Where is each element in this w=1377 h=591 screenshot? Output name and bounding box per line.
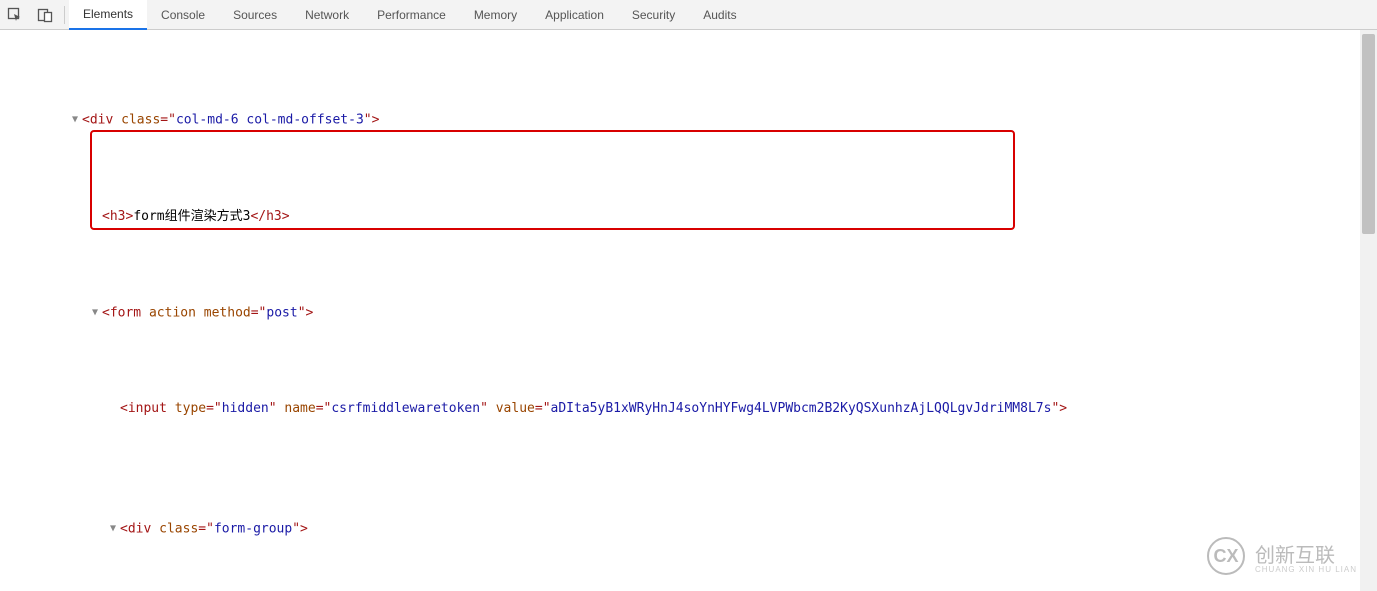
- scrollbar-thumb[interactable]: [1362, 34, 1375, 234]
- watermark: CX 创新互联 CHUANG XIN HU LIAN: [1207, 537, 1357, 575]
- dom-node-csrf-input[interactable]: <input type="hidden" name="csrfmiddlewar…: [10, 397, 1367, 421]
- elements-pane: ▼<div class="col-md-6 col-md-offset-3"> …: [0, 30, 1377, 591]
- tab-audits[interactable]: Audits: [689, 0, 750, 30]
- dom-node-div-root[interactable]: ▼<div class="col-md-6 col-md-offset-3">: [10, 108, 1367, 133]
- tab-network[interactable]: Network: [291, 0, 363, 30]
- caret-down-icon[interactable]: ▼: [70, 108, 80, 132]
- toolbar-divider: [64, 6, 65, 24]
- inspect-icon[interactable]: [0, 0, 30, 30]
- tab-sources[interactable]: Sources: [219, 0, 291, 30]
- tab-elements[interactable]: Elements: [69, 0, 147, 30]
- tab-performance[interactable]: Performance: [363, 0, 460, 30]
- tab-console[interactable]: Console: [147, 0, 219, 30]
- tab-security[interactable]: Security: [618, 0, 689, 30]
- tab-memory[interactable]: Memory: [460, 0, 531, 30]
- vertical-scrollbar[interactable]: [1360, 30, 1377, 591]
- caret-down-icon[interactable]: ▼: [90, 301, 100, 325]
- dom-node-h3[interactable]: <h3>form组件渲染方式3</h3>: [10, 205, 1367, 229]
- device-toolbar-icon[interactable]: [30, 0, 60, 30]
- dom-node-form[interactable]: ▼<form action method="post">: [10, 301, 1367, 326]
- devtools-toolbar: Elements Console Sources Network Perform…: [0, 0, 1377, 30]
- dom-tree[interactable]: ▼<div class="col-md-6 col-md-offset-3"> …: [0, 30, 1377, 591]
- caret-down-icon[interactable]: ▼: [108, 517, 118, 541]
- watermark-logo-icon: CX: [1207, 537, 1245, 575]
- watermark-subtext: CHUANG XIN HU LIAN: [1255, 565, 1357, 574]
- tab-application[interactable]: Application: [531, 0, 618, 30]
- watermark-text: 创新互联: [1255, 545, 1335, 567]
- dom-node-form-group-0[interactable]: ▼<div class="form-group">: [10, 517, 1367, 542]
